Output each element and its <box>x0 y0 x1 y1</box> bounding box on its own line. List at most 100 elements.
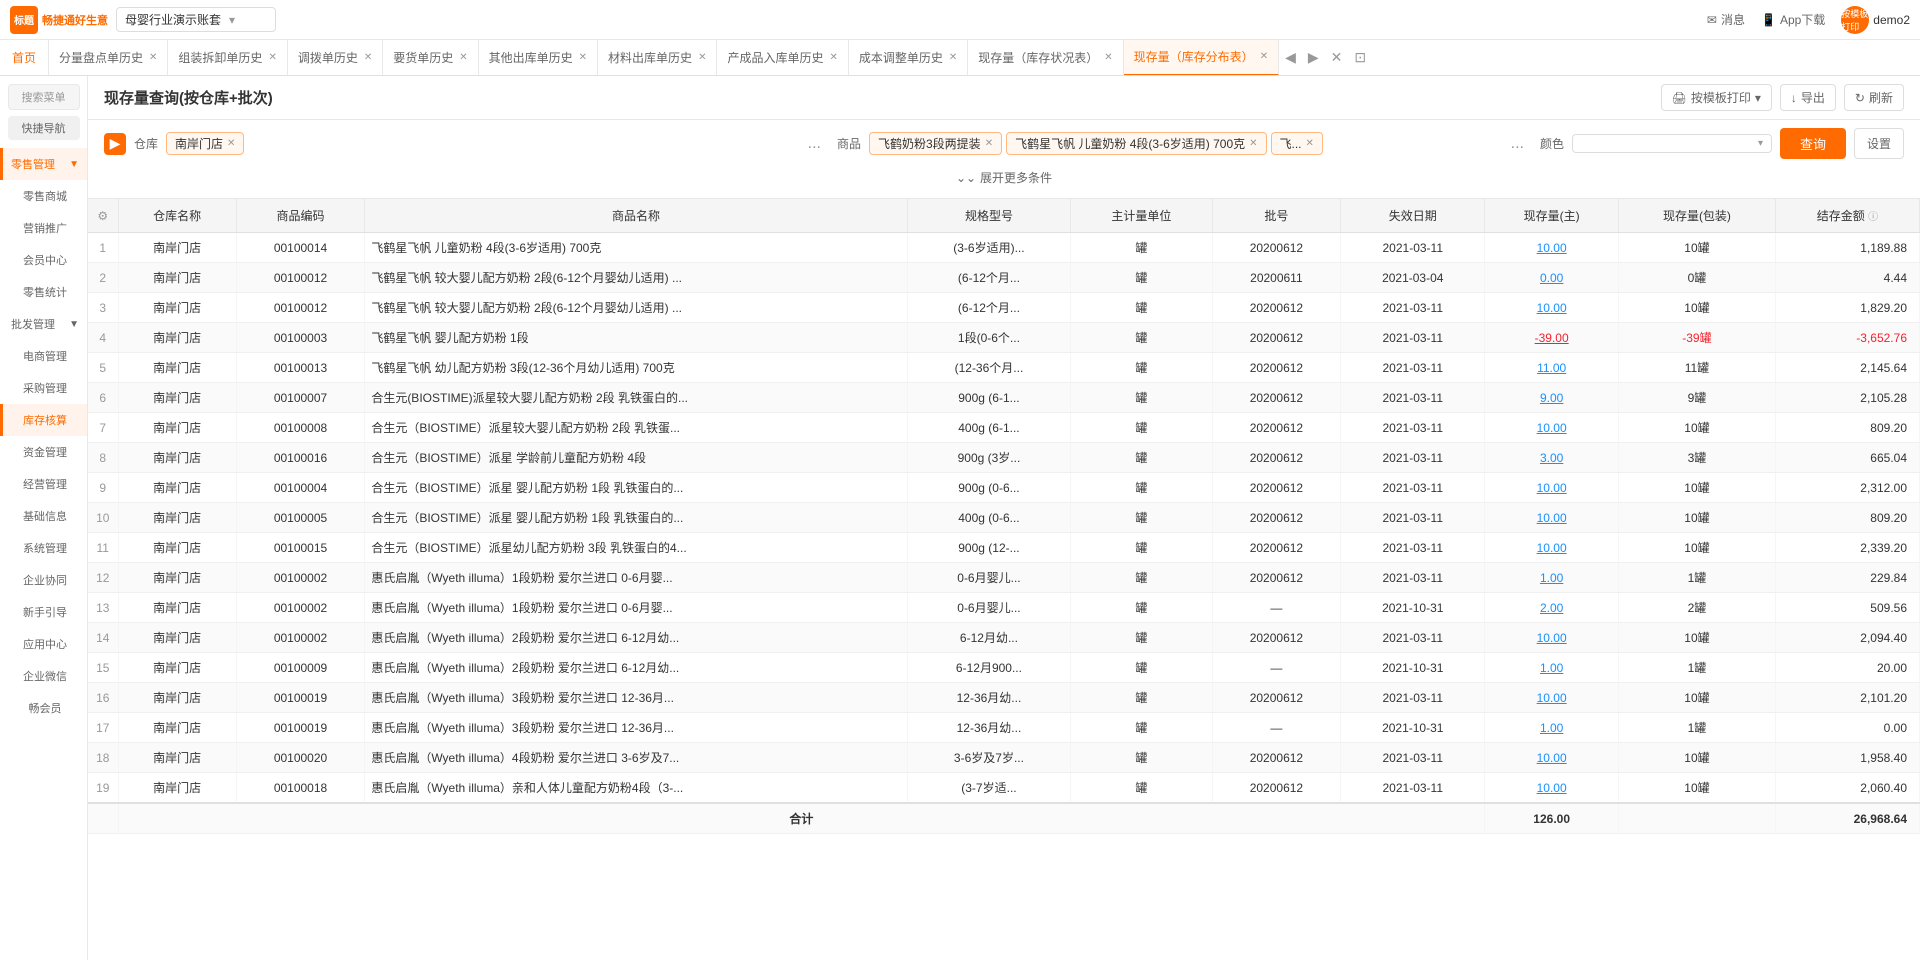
goods-tag-3[interactable]: 飞... ✕ <box>1271 132 1323 155</box>
row-qty-main[interactable]: 1.00 <box>1485 713 1619 743</box>
sidebar-item-finance[interactable]: 资金管理 <box>0 436 87 468</box>
tab-6[interactable]: 材料出库单历史 ✕ <box>598 40 717 76</box>
amount-info-icon[interactable]: ⓘ <box>1868 212 1878 223</box>
tab-close-4[interactable]: ✕ <box>459 52 467 63</box>
tab-close-10[interactable]: ✕ <box>1260 51 1268 62</box>
goods-tag-1[interactable]: 飞鹤奶粉3段两提装 ✕ <box>869 132 1002 155</box>
tab-4[interactable]: 要货单历史 ✕ <box>383 40 478 76</box>
gear-icon[interactable]: ⚙ <box>97 209 108 223</box>
top-right: ✉ 消息 📱 App下载 按模板打印 demo2 <box>1707 6 1910 34</box>
warehouse-tag[interactable]: 南岸门店 ✕ <box>166 132 244 155</box>
tab-close-1[interactable]: ✕ <box>149 52 157 63</box>
table-row: 2 南岸门店 00100012 飞鹤星飞帆 较大婴儿配方奶粉 2段(6-12个月… <box>88 263 1920 293</box>
tab-2[interactable]: 组装拆卸单历史 ✕ <box>168 40 287 76</box>
tab-close-2[interactable]: ✕ <box>268 52 276 63</box>
sidebar-item-member2[interactable]: 畅会员 <box>0 692 87 724</box>
template-print-button[interactable]: 🖨 按模板打印 ▾ <box>1661 84 1772 111</box>
row-qty-main[interactable]: 10.00 <box>1485 293 1619 323</box>
tab-7[interactable]: 产成品入库单历史 ✕ <box>717 40 848 76</box>
tab-close-9[interactable]: ✕ <box>1104 52 1112 63</box>
row-qty-main[interactable]: 2.00 <box>1485 593 1619 623</box>
row-name: 惠氏启胤（Wyeth illuma）2段奶粉 爱尔兰进口 6-12月幼... <box>365 653 907 683</box>
color-select[interactable]: ▾ <box>1572 134 1772 153</box>
sidebar-search[interactable]: 搜索菜单 <box>8 84 80 110</box>
row-amount: 229.84 <box>1775 563 1919 593</box>
sidebar-item-enterprise[interactable]: 企业协同 <box>0 564 87 596</box>
sidebar-item-newbie[interactable]: 新手引导 <box>0 596 87 628</box>
tab-close-all-btn[interactable]: ✕ <box>1325 49 1349 66</box>
tab-close-5[interactable]: ✕ <box>579 52 587 63</box>
tab-close-8[interactable]: ✕ <box>949 52 957 63</box>
tab-menu-btn[interactable]: ⊡ <box>1348 49 1372 66</box>
row-qty-main[interactable]: 10.00 <box>1485 503 1619 533</box>
row-qty-main[interactable]: 10.00 <box>1485 743 1619 773</box>
row-qty-pkg: -39罐 <box>1618 323 1775 353</box>
sidebar-item-wholesale[interactable]: 批发管理 ▼ <box>0 308 87 340</box>
row-spec: (12-36个月... <box>907 353 1070 383</box>
row-qty-pkg: 1罐 <box>1618 713 1775 743</box>
sidebar-item-member[interactable]: 会员中心 <box>0 244 87 276</box>
row-qty-main[interactable]: 11.00 <box>1485 353 1619 383</box>
row-qty-main[interactable]: 10.00 <box>1485 533 1619 563</box>
tab-9[interactable]: 现存量（库存状况表） ✕ <box>968 40 1123 76</box>
warehouse-more[interactable]: ... <box>808 135 821 153</box>
table-row: 19 南岸门店 00100018 惠氏启胤（Wyeth illuma）亲和人体儿… <box>88 773 1920 804</box>
tab-prev-btn[interactable]: ◀ <box>1279 49 1302 66</box>
goods-tag-2[interactable]: 飞鹤星飞帆 儿童奶粉 4段(3-6岁适用) 700克 ✕ <box>1006 132 1266 155</box>
sidebar-item-retail-stats[interactable]: 零售统计 <box>0 276 87 308</box>
tab-8[interactable]: 成本调整单历史 ✕ <box>849 40 968 76</box>
tab-close-6[interactable]: ✕ <box>698 52 706 63</box>
row-qty-main[interactable]: -39.00 <box>1485 323 1619 353</box>
sidebar-item-inventory[interactable]: 库存核算 <box>0 404 87 436</box>
setting-button[interactable]: 设置 <box>1854 128 1904 159</box>
row-qty-main[interactable]: 10.00 <box>1485 623 1619 653</box>
export-button[interactable]: ↓ 导出 <box>1780 84 1836 111</box>
row-qty-main[interactable]: 9.00 <box>1485 383 1619 413</box>
row-qty-main[interactable]: 1.00 <box>1485 653 1619 683</box>
tab-close-3[interactable]: ✕ <box>364 52 372 63</box>
sidebar-item-operations[interactable]: 经营管理 <box>0 468 87 500</box>
row-qty-main[interactable]: 10.00 <box>1485 413 1619 443</box>
sidebar-item-retail-mgmt[interactable]: 零售管理 ▼ <box>0 148 87 180</box>
app-download-btn[interactable]: 📱 App下载 <box>1761 11 1825 28</box>
sidebar-item-marketing[interactable]: 营销推广 <box>0 212 87 244</box>
row-unit: 罐 <box>1071 443 1212 473</box>
row-qty-main[interactable]: 10.00 <box>1485 773 1619 804</box>
sidebar-item-basics[interactable]: 基础信息 <box>0 500 87 532</box>
row-qty-main[interactable]: 3.00 <box>1485 443 1619 473</box>
org-selector[interactable]: 母婴行业演示账套 ▾ <box>116 7 276 32</box>
tab-5[interactable]: 其他出库单历史 ✕ <box>479 40 598 76</box>
tab-3[interactable]: 调拨单历史 ✕ <box>288 40 383 76</box>
sidebar-item-ecommerce[interactable]: 电商管理 <box>0 340 87 372</box>
tab-close-7[interactable]: ✕ <box>829 52 837 63</box>
message-btn[interactable]: ✉ 消息 <box>1707 11 1745 28</box>
goods-tag-3-close[interactable]: ✕ <box>1306 138 1314 149</box>
sidebar-item-purchase[interactable]: 采购管理 <box>0 372 87 404</box>
sidebar-item-retail-shop[interactable]: 零售商城 <box>0 180 87 212</box>
goods-tag-2-close[interactable]: ✕ <box>1249 138 1257 149</box>
tab-10[interactable]: 现存量（库存分布表） ✕ <box>1124 40 1279 76</box>
row-qty-main[interactable]: 0.00 <box>1485 263 1619 293</box>
row-qty-main[interactable]: 10.00 <box>1485 683 1619 713</box>
refresh-button[interactable]: ↻ 刷新 <box>1844 84 1904 111</box>
row-code: 00100019 <box>236 683 365 713</box>
tab-home[interactable]: 首页 <box>0 40 49 76</box>
warehouse-tag-close[interactable]: ✕ <box>227 138 235 149</box>
row-qty-main[interactable]: 1.00 <box>1485 563 1619 593</box>
user-area[interactable]: 按模板打印 demo2 <box>1841 6 1910 34</box>
tab-next-btn[interactable]: ▶ <box>1302 49 1325 66</box>
row-qty-main[interactable]: 10.00 <box>1485 473 1619 503</box>
filter-toggle-button[interactable]: ▶ <box>104 133 126 155</box>
table-row: 13 南岸门店 00100002 惠氏启胤（Wyeth illuma）1段奶粉 … <box>88 593 1920 623</box>
sidebar-item-system[interactable]: 系统管理 <box>0 532 87 564</box>
sidebar-item-wechat[interactable]: 企业微信 <box>0 660 87 692</box>
refresh-icon: ↻ <box>1855 91 1865 105</box>
expand-more-button[interactable]: ⌄⌄ 展开更多条件 <box>952 165 1056 190</box>
sidebar-item-appstore[interactable]: 应用中心 <box>0 628 87 660</box>
query-button[interactable]: 查询 <box>1780 128 1846 159</box>
goods-tag-1-close[interactable]: ✕ <box>985 138 993 149</box>
row-qty-main[interactable]: 10.00 <box>1485 233 1619 263</box>
goods-more[interactable]: ... <box>1511 135 1524 153</box>
sidebar-nav[interactable]: 快捷导航 <box>8 116 80 140</box>
tab-1[interactable]: 分量盘点单历史 ✕ <box>49 40 168 76</box>
